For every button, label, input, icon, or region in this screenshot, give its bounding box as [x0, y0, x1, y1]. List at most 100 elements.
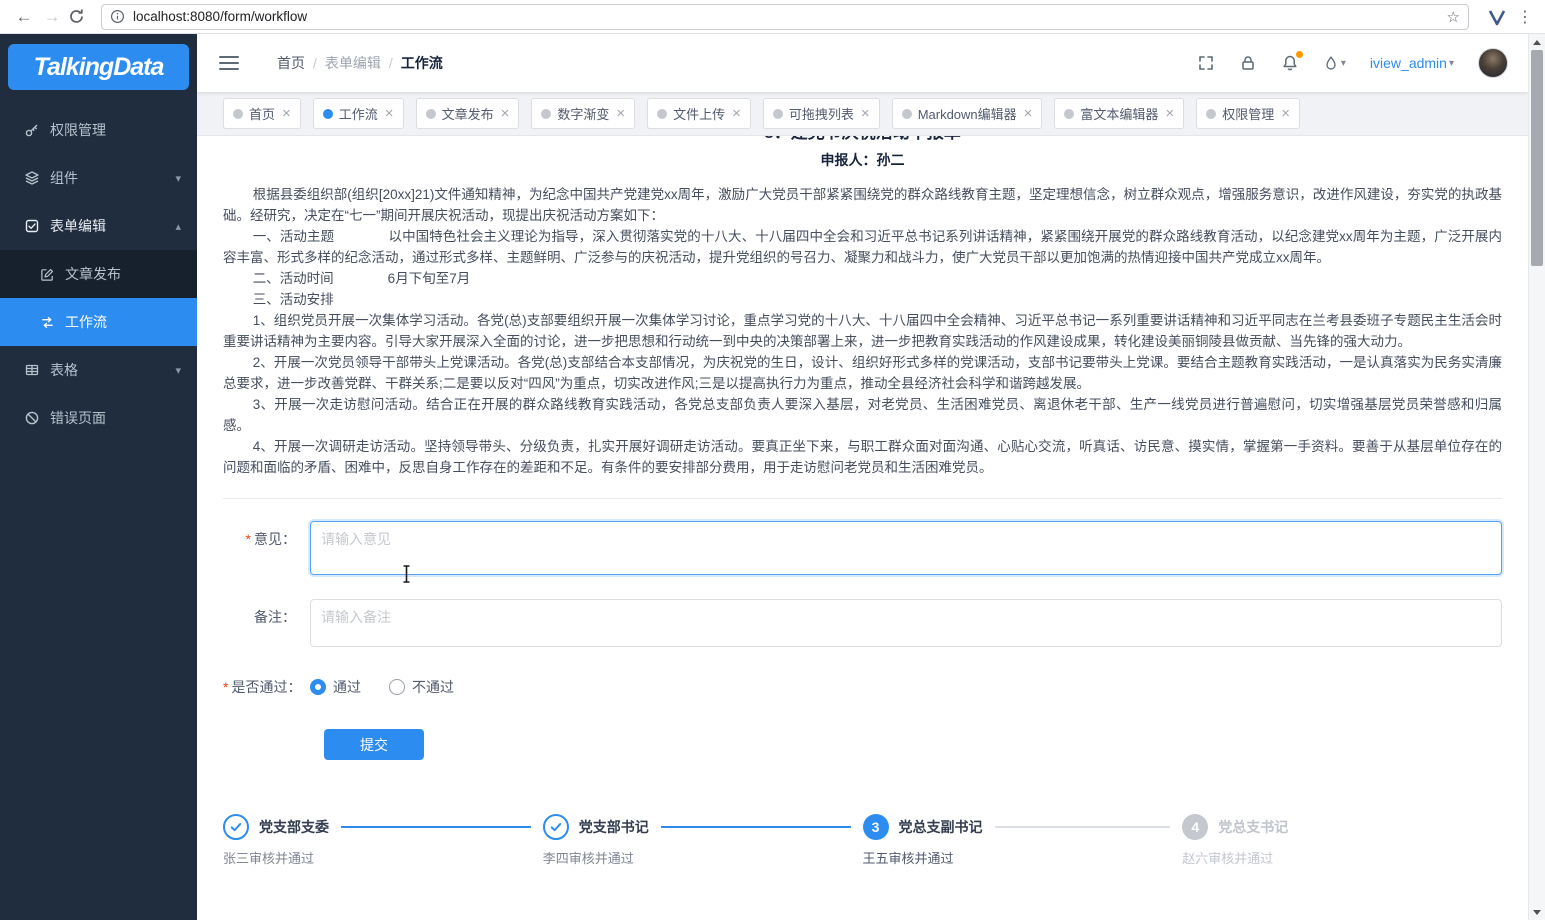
sidebar-item-workflow[interactable]: 工作流	[0, 298, 197, 346]
user-avatar[interactable]	[1478, 48, 1508, 78]
browser-forward-icon[interactable]: →	[38, 7, 66, 27]
address-bar[interactable]: localhost:8080/form/workflow ☆	[101, 3, 1469, 30]
submit-button[interactable]: 提交	[324, 729, 424, 760]
approval-steps: 党支部支委 张三审核并通过 党支部书记 李四审核并通过 3 党总支副书记 王五审…	[223, 814, 1502, 867]
bookmark-star-icon[interactable]: ☆	[1447, 8, 1460, 26]
vimium-extension-icon[interactable]	[1487, 7, 1507, 27]
tab-close-icon[interactable]: ×	[282, 106, 291, 121]
sidebar-item-form-edit[interactable]: 表单编辑 ▴	[0, 202, 197, 250]
chevron-down-icon: ▾	[175, 364, 181, 377]
document-paragraph: 2、开展一次党员领导干部带头上党课活动。各党(总)支部结合本支部情况，为庆祝党的…	[223, 355, 1502, 391]
tab-dot-icon	[425, 108, 436, 119]
tab-close-icon[interactable]: ×	[385, 106, 394, 121]
tab-article-publish[interactable]: 文章发布 ×	[415, 98, 520, 129]
browser-menu-icon[interactable]: ⋮	[1515, 7, 1535, 27]
radio-unchecked-icon	[389, 679, 405, 695]
tab-dot-icon	[1206, 108, 1217, 119]
step-title: 党支部支委	[259, 819, 329, 835]
app-logo: TalkingData	[8, 44, 189, 90]
tab-dot-icon	[233, 108, 243, 119]
tab-label: Markdown编辑器	[917, 107, 1017, 122]
step-general-secretary: 4 党总支书记 赵六审核并通过	[1182, 814, 1502, 867]
scroll-up-icon[interactable]	[1529, 34, 1545, 50]
sidebar-item-components[interactable]: 组件 ▾	[0, 154, 197, 202]
step-branch-committee: 党支部支委 张三审核并通过	[223, 814, 543, 867]
tab-number-gradient[interactable]: 数字渐变 ×	[531, 98, 636, 129]
fullscreen-icon[interactable]	[1197, 54, 1215, 72]
header-actions: ▾ iview_admin ▾	[1197, 48, 1528, 78]
chevron-up-icon: ▴	[175, 220, 181, 233]
tab-workflow[interactable]: 工作流 ×	[312, 98, 404, 129]
checkbox-icon	[25, 219, 39, 233]
browser-back-icon[interactable]: ←	[10, 7, 38, 27]
step-check-icon	[542, 814, 569, 840]
radio-option-fail[interactable]: 不通过	[389, 677, 454, 697]
tab-label: 权限管理	[1222, 107, 1275, 122]
app-header: 首页 / 表单编辑 / 工作流 ▾ iview_admin ▾	[197, 34, 1528, 92]
scrollbar-thumb[interactable]	[1531, 50, 1543, 266]
tab-close-icon[interactable]: ×	[861, 106, 870, 121]
document-paragraph: 一、活动主题 以中国特色社会主义理论为指导，深入贯彻落实党的十八大、十八届四中全…	[223, 229, 1502, 265]
pass-row: * 是否通过： 通过 不通过	[223, 677, 1502, 697]
opinion-label: * 意见：	[245, 531, 296, 547]
tab-markdown-editor[interactable]: Markdown编辑器 ×	[891, 98, 1043, 129]
tab-draggable-list[interactable]: 可拖拽列表 ×	[762, 98, 880, 129]
lock-icon[interactable]	[1239, 54, 1257, 72]
browser-toolbar: ← → localhost:8080/form/workflow ☆ ⋮	[0, 0, 1545, 34]
scroll-down-icon[interactable]	[1529, 904, 1545, 920]
sidebar-item-permissions[interactable]: 权限管理	[0, 106, 197, 154]
tab-label: 文件上传	[673, 107, 726, 122]
browser-refresh-icon[interactable]	[68, 8, 85, 25]
sidebar-item-article-publish[interactable]: 文章发布	[0, 250, 197, 298]
tab-close-icon[interactable]: ×	[616, 106, 625, 121]
page-scrollbar[interactable]	[1528, 34, 1545, 920]
sidebar-item-tables[interactable]: 表格 ▾	[0, 346, 197, 394]
tab-richtext-editor[interactable]: 富文本编辑器 ×	[1054, 98, 1185, 129]
user-dropdown[interactable]: iview_admin ▾	[1370, 55, 1454, 71]
opinion-textarea[interactable]	[310, 521, 1502, 575]
theme-dropdown[interactable]: ▾	[1323, 54, 1346, 72]
remark-textarea[interactable]	[310, 599, 1502, 647]
tab-close-icon[interactable]: ×	[1024, 106, 1033, 121]
document-paragraph: 3、开展一次走访慰问活动。结合正在开展的群众路线教育实践活动，各党总支部负责人要…	[223, 397, 1502, 433]
page-info-icon[interactable]	[110, 9, 125, 24]
document-paragraph: 二、活动时间 6月下旬至7月	[252, 271, 471, 286]
tab-close-icon[interactable]: ×	[1165, 106, 1174, 121]
radio-option-pass[interactable]: 通过	[310, 677, 361, 697]
document-paragraph: 根据县委组织部(组织[20xx]21)文件通知精神，为纪念中国共产党建党xx周年…	[223, 187, 1502, 223]
radio-label: 不通过	[412, 679, 454, 695]
sidebar-toggle-icon[interactable]	[219, 55, 239, 71]
document-title: 8：建党节庆祝活动申报单	[223, 136, 1502, 144]
tab-close-icon[interactable]: ×	[1281, 106, 1290, 121]
layers-icon	[25, 171, 39, 185]
breadcrumb-separator: /	[388, 55, 393, 71]
tab-permissions[interactable]: 权限管理 ×	[1196, 98, 1300, 129]
tab-dot-icon	[1064, 108, 1075, 119]
notification-badge	[1295, 51, 1303, 58]
breadcrumb: 首页 / 表单编辑 / 工作流	[277, 53, 443, 73]
edit-pencil-icon	[41, 268, 54, 281]
sidebar-item-label: 组件	[50, 170, 78, 186]
document-paragraph: 1、组织党员开展一次集体学习活动。各党(总)支部要组织开展一次集体学习讨论，重点…	[223, 313, 1502, 349]
breadcrumb-form-edit[interactable]: 表单编辑	[325, 53, 381, 73]
tab-file-upload[interactable]: 文件上传 ×	[647, 98, 751, 129]
tab-home[interactable]: 首页 ×	[223, 98, 301, 129]
sidebar-item-label: 权限管理	[50, 122, 106, 138]
tab-dot-icon	[772, 108, 783, 119]
step-check-icon	[223, 814, 249, 840]
sidebar-item-label: 文章发布	[65, 266, 121, 282]
sidebar-item-error-pages[interactable]: 错误页面	[0, 394, 197, 442]
breadcrumb-home[interactable]: 首页	[277, 53, 305, 73]
step-description: 王五审核并通过	[862, 851, 954, 866]
key-icon	[25, 124, 38, 137]
step-title: 党总支副书记	[898, 819, 983, 835]
radio-checked-icon	[310, 679, 326, 695]
step-description: 赵六审核并通过	[1182, 851, 1274, 866]
app-logo-text: TalkingData	[33, 52, 165, 81]
tab-close-icon[interactable]: ×	[732, 106, 741, 121]
document-paragraph: 三、活动安排	[252, 292, 334, 307]
tab-close-icon[interactable]: ×	[501, 106, 510, 121]
error-circle-icon	[25, 411, 39, 425]
notification-bell-icon[interactable]	[1281, 51, 1303, 72]
step-branch-secretary: 党支部书记 李四审核并通过	[542, 814, 863, 867]
